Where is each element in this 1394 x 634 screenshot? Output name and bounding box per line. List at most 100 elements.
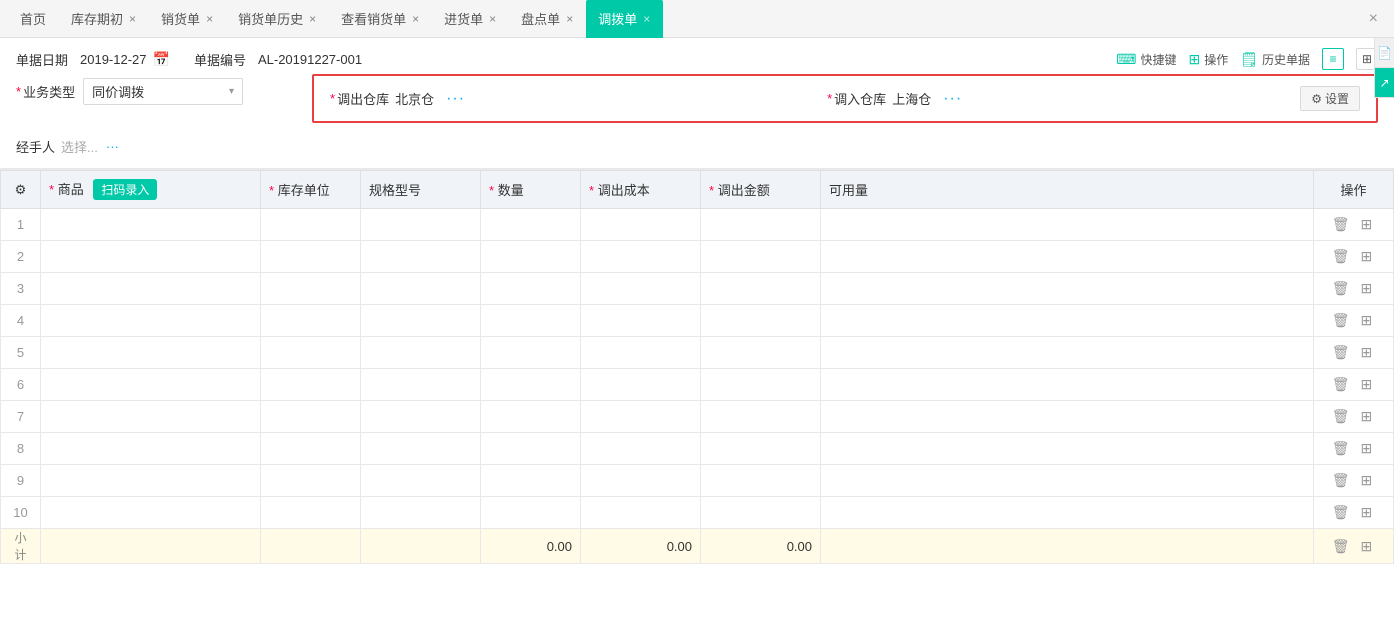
cell-product[interactable] [41,433,261,465]
cell-product[interactable] [41,497,261,529]
handler-more-btn[interactable]: ··· [106,139,119,154]
cell-product[interactable] [41,337,261,369]
tab-view-sales[interactable]: 查看销货单 × [329,0,432,38]
delete-row-icon[interactable]: 🗑 [1331,439,1351,459]
cell-product[interactable] [41,273,261,305]
cell-spec [361,273,481,305]
right-sidebar: 📄 ↗ [1374,38,1394,98]
row-number: 8 [1,433,41,465]
tab-sales-history[interactable]: 销货单历史 × [226,0,329,38]
settings-button[interactable]: ⚙ 设置 [1300,86,1360,111]
operations-btn[interactable]: ⊞ 操作 [1188,51,1228,68]
form-row-2: * 业务类型 同价调拨 ▾ * 调出仓库 北京仓 ··· * 调入仓库 [16,78,1378,127]
cell-spec [361,369,481,401]
cell-unit [261,241,361,273]
close-tab-inventory-init[interactable]: × [129,12,136,26]
warehouse-in-value: 上海仓 [892,89,931,108]
sidebar-doc-icon[interactable]: 📄 [1375,38,1394,68]
table-row: 9 🗑 ⊞ [1,465,1394,497]
sidebar-expand-icon[interactable]: ↗ [1375,68,1394,98]
top-actions: ⌨ 快捷键 ⊞ 操作 🗒 历史单据 ≡ ⊞ [1116,48,1378,70]
table-row: 8 🗑 ⊞ [1,433,1394,465]
history-btn[interactable]: 🗒 历史单据 [1240,51,1310,68]
tab-sales-order[interactable]: 销货单 × [149,0,226,38]
cell-amount [701,337,821,369]
delete-row-icon[interactable]: 🗑 [1331,215,1351,235]
keyboard-icon: ⌨ [1116,51,1136,68]
copy-row-icon[interactable]: ⊞ [1356,439,1376,459]
subtotal-delete-icon[interactable]: 🗑 [1331,536,1351,556]
delete-row-icon[interactable]: 🗑 [1331,503,1351,523]
cell-product[interactable] [41,401,261,433]
doc-date-value: 2019-12-27 [80,52,147,67]
copy-row-icon[interactable]: ⊞ [1356,311,1376,331]
calendar-icon[interactable]: 📅 [153,51,170,68]
close-tab-sales-order[interactable]: × [206,12,213,26]
cell-product[interactable] [41,209,261,241]
cell-available [821,433,1314,465]
doc-number-label: 单据编号 [194,50,246,69]
cell-cost [581,401,701,433]
cell-product[interactable] [41,241,261,273]
cell-product[interactable] [41,465,261,497]
cell-available [821,465,1314,497]
cell-unit [261,465,361,497]
delete-row-icon[interactable]: 🗑 [1331,247,1351,267]
business-type-select[interactable]: 同价调拨 ▾ [83,78,243,105]
tab-transfer[interactable]: 调拨单 × [586,0,663,38]
tab-inventory-init[interactable]: 库存期初 × [59,0,149,38]
copy-row-icon[interactable]: ⊞ [1356,279,1376,299]
gear-icon[interactable]: ⚙ [15,182,27,197]
row-number: 7 [1,401,41,433]
cell-amount [701,497,821,529]
cell-product[interactable] [41,305,261,337]
delete-row-icon[interactable]: 🗑 [1331,343,1351,363]
col-amount: * 调出金额 [701,171,821,209]
cell-unit [261,369,361,401]
tab-purchase[interactable]: 进货单 × [432,0,509,38]
tab-home[interactable]: 首页 [8,0,59,38]
copy-row-icon[interactable]: ⊞ [1356,215,1376,235]
delete-row-icon[interactable]: 🗑 [1331,279,1351,299]
close-tab-stocktake[interactable]: × [566,12,573,26]
close-tab-transfer[interactable]: × [643,12,650,26]
cell-ops: 🗑 ⊞ [1314,337,1394,369]
copy-row-icon[interactable]: ⊞ [1356,375,1376,395]
cell-unit [261,305,361,337]
cell-unit [261,497,361,529]
delete-row-icon[interactable]: 🗑 [1331,311,1351,331]
cell-available [821,497,1314,529]
doc-date-wrapper: 2019-12-27 📅 [74,51,170,68]
handler-select[interactable]: 选择... [61,137,98,156]
doc-date-label: 单据日期 [16,50,68,69]
warehouse-out-more-btn[interactable]: ··· [446,90,465,108]
cell-cost [581,433,701,465]
doc-number-group: 单据编号 AL-20191227-001 [194,50,362,69]
view-list-btn[interactable]: ≡ [1322,48,1344,70]
tab-stocktake[interactable]: 盘点单 × [509,0,586,38]
shortcuts-btn[interactable]: ⌨ 快捷键 [1116,51,1176,68]
cell-qty [481,273,581,305]
col-qty: * 数量 [481,171,581,209]
cell-amount [701,273,821,305]
close-all-tabs[interactable]: × [1361,10,1386,28]
delete-row-icon[interactable]: 🗑 [1331,407,1351,427]
cell-ops: 🗑 ⊞ [1314,497,1394,529]
copy-row-icon[interactable]: ⊞ [1356,247,1376,267]
cell-product[interactable] [41,369,261,401]
copy-row-icon[interactable]: ⊞ [1356,503,1376,523]
warehouse-in-more-btn[interactable]: ··· [943,90,962,108]
delete-row-icon[interactable]: 🗑 [1331,471,1351,491]
cell-ops: 🗑 ⊞ [1314,209,1394,241]
close-tab-purchase[interactable]: × [489,12,496,26]
close-tab-sales-history[interactable]: × [309,12,316,26]
copy-row-icon[interactable]: ⊞ [1356,471,1376,491]
delete-row-icon[interactable]: 🗑 [1331,375,1351,395]
subtotal-copy-icon[interactable]: ⊞ [1356,536,1376,556]
scan-entry-btn[interactable]: 扫码录入 [93,179,157,200]
history-icon: 🗒 [1240,51,1258,68]
copy-row-icon[interactable]: ⊞ [1356,343,1376,363]
cell-amount [701,305,821,337]
copy-row-icon[interactable]: ⊞ [1356,407,1376,427]
close-tab-view-sales[interactable]: × [412,12,419,26]
